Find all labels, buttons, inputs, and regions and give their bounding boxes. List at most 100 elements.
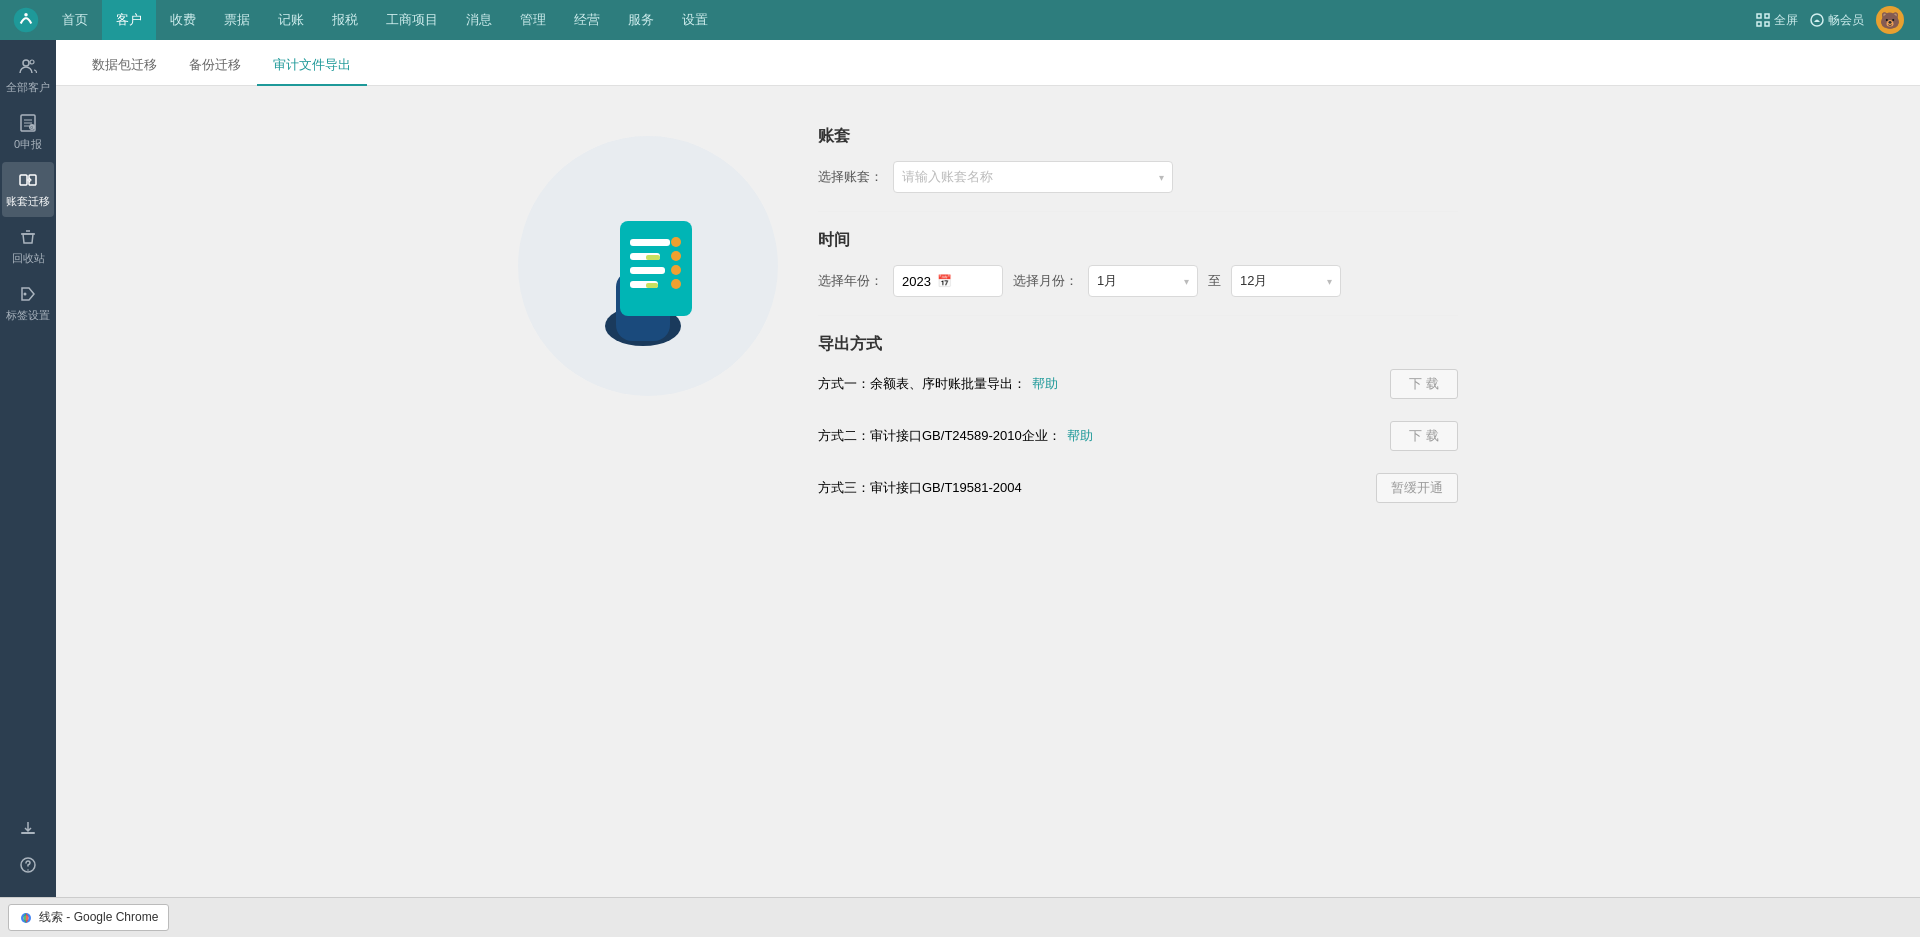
nav-message[interactable]: 消息 — [452, 0, 506, 40]
export-section-title: 导出方式 — [818, 334, 1458, 355]
nav-manage[interactable]: 管理 — [506, 0, 560, 40]
svg-point-1 — [24, 13, 28, 17]
page-content: 账套 选择账套： 请输入账套名称 ▾ 时间 选择年份： 2023 📅 — [56, 86, 1920, 897]
svg-rect-21 — [630, 239, 670, 246]
nav-accounting[interactable]: 记账 — [264, 0, 318, 40]
sidebar-all-clients-label: 全部客户 — [6, 80, 50, 95]
account-select[interactable]: 请输入账套名称 ▾ — [893, 161, 1173, 193]
tab-audit-export[interactable]: 审计文件导出 — [257, 46, 367, 86]
member-button[interactable]: 畅会员 — [1810, 12, 1864, 29]
svg-rect-12 — [20, 175, 27, 185]
sidebar-recycle-label: 回收站 — [12, 251, 45, 266]
app-logo[interactable] — [8, 2, 44, 38]
nav-service[interactable]: 服务 — [614, 0, 668, 40]
export-method-3-label: 方式三：审计接口GB/T19581-2004 — [818, 479, 1022, 497]
nav-client[interactable]: 客户 — [102, 0, 156, 40]
month-label: 选择月份： — [1013, 272, 1078, 290]
taskbar-chrome-item[interactable]: 线索 - Google Chrome — [8, 904, 169, 931]
nav-invoice[interactable]: 票据 — [210, 0, 264, 40]
svg-rect-15 — [21, 832, 35, 834]
svg-rect-23 — [630, 267, 665, 274]
tab-bar: 数据包迁移 备份迁移 审计文件导出 — [56, 40, 1920, 86]
svg-point-8 — [30, 60, 34, 64]
tab-data-migration[interactable]: 数据包迁移 — [76, 46, 173, 86]
month-start-value: 1月 — [1097, 272, 1178, 290]
sidebar-zero-report-label: 0申报 — [14, 137, 42, 152]
svg-rect-3 — [1765, 14, 1769, 18]
nav-fee[interactable]: 收费 — [156, 0, 210, 40]
svg-point-25 — [671, 237, 681, 247]
export-method-1-label: 方式一：余额表、序时账批量导出： — [818, 375, 1026, 393]
svg-rect-2 — [1757, 14, 1761, 18]
calendar-icon: 📅 — [937, 274, 952, 288]
month-start-select[interactable]: 1月 ▾ — [1088, 265, 1198, 297]
export-method-2-label: 方式二：审计接口GB/T24589-2010企业： — [818, 427, 1061, 445]
sidebar-bottom — [2, 813, 54, 897]
nav-business[interactable]: 工商项目 — [372, 0, 452, 40]
svg-point-27 — [671, 265, 681, 275]
svg-point-14 — [24, 293, 27, 296]
section-divider-1 — [818, 211, 1458, 212]
taskbar-chrome-label: 线索 - Google Chrome — [39, 909, 158, 926]
sidebar-item-migrate[interactable]: 账套迁移 — [2, 162, 54, 217]
account-row: 选择账套： 请输入账套名称 ▾ — [818, 161, 1458, 193]
sidebar-item-all-clients[interactable]: 全部客户 — [2, 48, 54, 103]
form-panel: 账套 选择账套： 请输入账套名称 ▾ 时间 选择年份： 2023 📅 — [818, 116, 1458, 525]
tab-backup-migration[interactable]: 备份迁移 — [173, 46, 257, 86]
to-label: 至 — [1208, 272, 1221, 290]
svg-point-0 — [14, 8, 39, 33]
sidebar-item-tag-settings[interactable]: 标签设置 — [2, 276, 54, 331]
svg-rect-29 — [646, 255, 660, 260]
export-method-2-help[interactable]: 帮助 — [1067, 427, 1093, 445]
year-input[interactable]: 2023 📅 — [893, 265, 1003, 297]
export-method-2: 方式二：审计接口GB/T24589-2010企业： 帮助 下 载 — [818, 421, 1458, 451]
time-row: 选择年份： 2023 📅 选择月份： 1月 ▾ 至 12月 ▾ — [818, 265, 1458, 297]
sidebar-tag-settings-label: 标签设置 — [6, 308, 50, 323]
sidebar-item-recycle[interactable]: 回收站 — [2, 219, 54, 274]
svg-point-7 — [23, 60, 29, 66]
svg-rect-13 — [29, 175, 36, 185]
account-section-title: 账套 — [818, 126, 1458, 147]
export-method-1-download-button[interactable]: 下 载 — [1390, 369, 1458, 399]
export-method-2-download-button[interactable]: 下 载 — [1390, 421, 1458, 451]
top-navigation: 首页 客户 收费 票据 记账 报税 工商项目 消息 管理 经营 服务 设置 全屏… — [0, 0, 1920, 40]
nav-tax[interactable]: 报税 — [318, 0, 372, 40]
export-method-3-open-button[interactable]: 暂缓开通 — [1376, 473, 1458, 503]
svg-rect-30 — [646, 283, 658, 288]
svg-point-28 — [671, 279, 681, 289]
sidebar-help-button[interactable] — [2, 849, 54, 881]
sidebar-migrate-label: 账套迁移 — [6, 194, 50, 209]
avatar[interactable]: 🐻 — [1876, 6, 1904, 34]
account-placeholder: 请输入账套名称 — [902, 168, 1153, 186]
nav-operations[interactable]: 经营 — [560, 0, 614, 40]
sidebar-download-button[interactable] — [2, 813, 54, 845]
export-method-1-help[interactable]: 帮助 — [1032, 375, 1058, 393]
account-label: 选择账套： — [818, 168, 883, 186]
svg-point-17 — [27, 869, 29, 871]
year-label: 选择年份： — [818, 272, 883, 290]
export-method-3: 方式三：审计接口GB/T19581-2004 暂缓开通 — [818, 473, 1458, 503]
svg-rect-5 — [1765, 22, 1769, 26]
content-area: 数据包迁移 备份迁移 审计文件导出 — [56, 40, 1920, 897]
main-layout: 全部客户 0 0申报 账套迁移 回收站 — [0, 40, 1920, 897]
month-end-select[interactable]: 12月 ▾ — [1231, 265, 1341, 297]
fullscreen-button[interactable]: 全屏 — [1756, 12, 1798, 29]
illustration — [518, 136, 778, 396]
month-end-dropdown-icon: ▾ — [1327, 276, 1332, 287]
left-sidebar: 全部客户 0 0申报 账套迁移 回收站 — [0, 40, 56, 897]
taskbar: 线索 - Google Chrome — [0, 897, 1920, 937]
sidebar-item-zero-report[interactable]: 0 0申报 — [2, 105, 54, 160]
svg-point-26 — [671, 251, 681, 261]
account-dropdown-icon: ▾ — [1159, 172, 1164, 183]
month-end-value: 12月 — [1240, 272, 1321, 290]
svg-rect-4 — [1757, 22, 1761, 26]
month-start-dropdown-icon: ▾ — [1184, 276, 1189, 287]
time-section-title: 时间 — [818, 230, 1458, 251]
nav-settings[interactable]: 设置 — [668, 0, 722, 40]
export-method-1: 方式一：余额表、序时账批量导出： 帮助 下 载 — [818, 369, 1458, 399]
year-value: 2023 — [902, 274, 931, 289]
member-label: 畅会员 — [1828, 12, 1864, 29]
fullscreen-label: 全屏 — [1774, 12, 1798, 29]
nav-home[interactable]: 首页 — [48, 0, 102, 40]
section-divider-2 — [818, 315, 1458, 316]
